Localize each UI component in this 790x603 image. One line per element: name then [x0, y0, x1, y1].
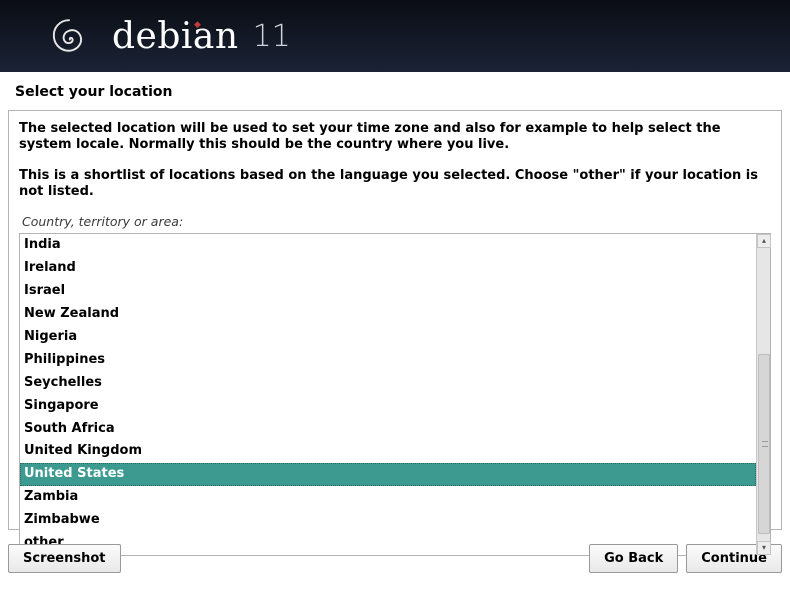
- screenshot-button[interactable]: Screenshot: [8, 544, 121, 573]
- location-item[interactable]: New Zealand: [20, 303, 756, 326]
- scroll-up-icon[interactable]: ▴: [757, 234, 771, 248]
- diamond-accent-icon: ◆: [194, 20, 201, 30]
- location-item[interactable]: Ireland: [20, 257, 756, 280]
- location-item[interactable]: Israel: [20, 280, 756, 303]
- scroll-thumb[interactable]: [758, 354, 770, 534]
- location-item[interactable]: South Africa: [20, 418, 756, 441]
- step-title: Select your location: [0, 72, 790, 110]
- location-item[interactable]: Singapore: [20, 395, 756, 418]
- version-text: 11: [253, 19, 291, 54]
- location-item[interactable]: Philippines: [20, 349, 756, 372]
- main-panel: The selected location will be used to se…: [8, 110, 782, 530]
- location-item[interactable]: Zimbabwe: [20, 509, 756, 532]
- location-item[interactable]: United Kingdom: [20, 440, 756, 463]
- description-text-1: The selected location will be used to se…: [19, 121, 771, 154]
- installer-header: debian ◆ 11: [0, 0, 790, 72]
- location-item[interactable]: India: [20, 234, 756, 257]
- location-item[interactable]: United States: [20, 463, 756, 486]
- scrollbar[interactable]: ▴ ▾: [756, 234, 770, 555]
- location-listbox[interactable]: IndiaIrelandIsraelNew ZealandNigeriaPhil…: [19, 233, 771, 556]
- location-item[interactable]: Zambia: [20, 486, 756, 509]
- scroll-down-icon[interactable]: ▾: [757, 541, 771, 555]
- debian-swirl-logo: [48, 16, 90, 58]
- go-back-button[interactable]: Go Back: [589, 544, 678, 573]
- description-text-2: This is a shortlist of locations based o…: [19, 168, 771, 201]
- list-caption: Country, territory or area:: [22, 214, 771, 229]
- brand-text: debian ◆: [112, 16, 239, 57]
- location-item[interactable]: Seychelles: [20, 372, 756, 395]
- location-item[interactable]: Nigeria: [20, 326, 756, 349]
